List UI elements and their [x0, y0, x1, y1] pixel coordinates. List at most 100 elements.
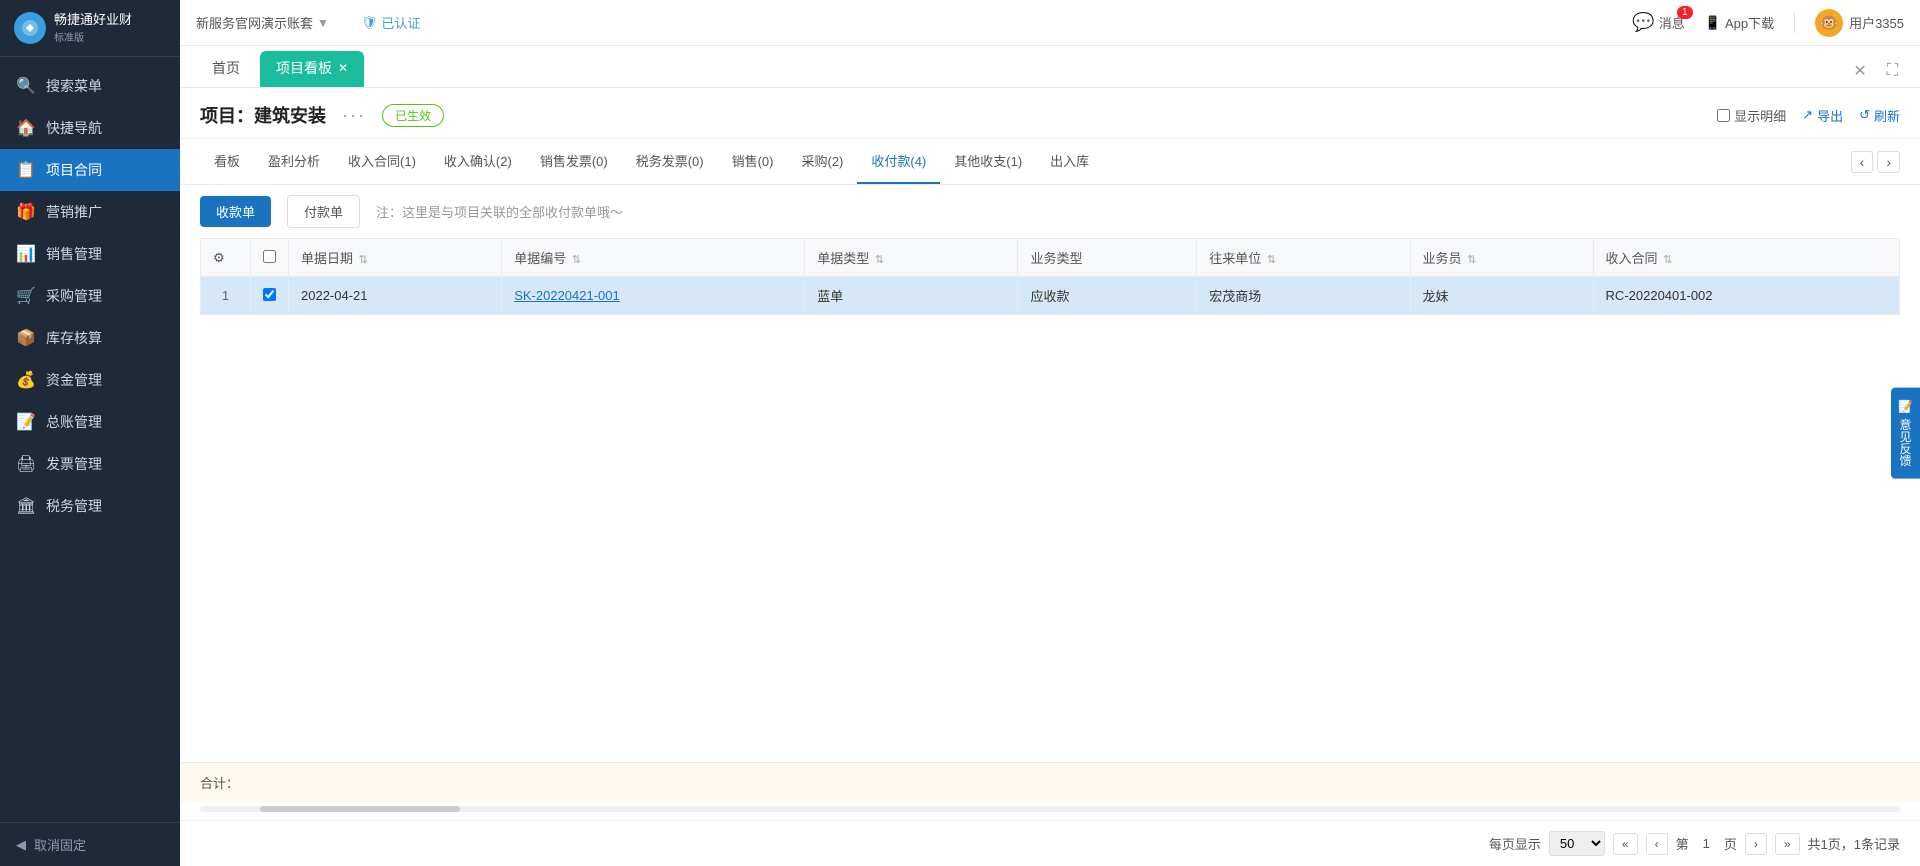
sidebar-icon-10: 🏛 [16, 496, 36, 516]
select-all-checkbox[interactable] [263, 250, 276, 263]
page-size-select[interactable]: 50 10 20 100 [1549, 831, 1605, 856]
tab-home[interactable]: 首页 [196, 51, 256, 87]
pagination: 每页显示 50 10 20 100 « ‹ 第 1 页 › » 共1页，1条记录 [180, 820, 1920, 866]
summary-label: 合计： [200, 776, 239, 791]
project-more-button[interactable]: ··· [342, 105, 366, 126]
prev-page-button[interactable]: ‹ [1646, 833, 1668, 855]
sidebar-label-8: 总账管理 [46, 412, 102, 432]
unpin-icon: ◀ [16, 837, 26, 853]
refresh-button[interactable]: ↺ 刷新 [1859, 106, 1900, 125]
sub-nav-item-10[interactable]: 出入库 [1036, 139, 1103, 184]
sub-nav-item-2[interactable]: 收入合同(1) [334, 139, 430, 184]
partner-col-header[interactable]: 往来单位 ⇅ [1197, 239, 1410, 277]
refresh-icon: ↺ [1859, 107, 1870, 123]
export-button[interactable]: ↗ 导出 [1802, 106, 1843, 125]
fullscreen-button[interactable]: ⛶ [1881, 60, 1904, 82]
sub-nav-prev[interactable]: ‹ [1851, 151, 1874, 173]
tab-project-board[interactable]: 项目看板 ✕ [260, 51, 364, 87]
next-page-button[interactable]: › [1745, 833, 1767, 855]
project-selector[interactable]: 新服务官网演示账套 ▼ [196, 13, 329, 32]
sidebar-icon-4: 📊 [16, 244, 36, 264]
show-detail-input[interactable] [1717, 109, 1730, 122]
number-col-header[interactable]: 单据编号 ⇅ [502, 239, 805, 277]
sidebar-label-5: 采购管理 [46, 286, 102, 306]
close-window-button[interactable]: ✕ [1847, 59, 1872, 83]
sidebar-item-8[interactable]: 📝 总账管理 [0, 401, 180, 443]
sub-nav-item-0[interactable]: 看板 [200, 139, 254, 184]
message-icon: 💬 [1632, 12, 1654, 33]
row-checkbox[interactable] [263, 288, 276, 301]
sidebar-item-6[interactable]: 📦库存核算 [0, 317, 180, 359]
sidebar-icon-3: 🎁 [16, 202, 36, 222]
user-label: 用户3355 [1849, 13, 1904, 32]
message-button[interactable]: 💬 消息 1 [1632, 12, 1684, 33]
contract-col-header[interactable]: 收入合同 ⇅ [1593, 239, 1899, 277]
sidebar-item-0[interactable]: 🔍搜索菜单 [0, 65, 180, 107]
tab-close-icon[interactable]: ✕ [338, 61, 348, 75]
show-detail-checkbox[interactable]: 显示明细 [1717, 106, 1786, 125]
project-name: 新服务官网演示账套 [196, 13, 313, 32]
number-sort-icon: ⇅ [572, 254, 581, 266]
table-body: 1 2022-04-21 SK-20220421-001 蓝单 应收款 宏茂商场… [201, 277, 1900, 315]
date-col-header[interactable]: 单据日期 ⇅ [289, 239, 502, 277]
last-page-button[interactable]: » [1775, 833, 1800, 855]
sidebar-label-1: 快捷导航 [46, 118, 102, 138]
sidebar-label-3: 营销推广 [46, 202, 102, 222]
sub-nav-item-8[interactable]: 收付款(4) [857, 139, 940, 184]
checkbox-col-header [251, 239, 289, 277]
sidebar-nav: 🔍搜索菜单🏠快捷导航📋项目合同 🎁 营销推广 📊销售管理 🛒 采购管理 📦库存核算 💰 资金管理… [0, 57, 180, 822]
sidebar-item-2[interactable]: 📋项目合同 [0, 149, 180, 191]
sub-nav-item-1[interactable]: 盈利分析 [254, 139, 334, 184]
table-container: ⚙ 单据日期 ⇅ 单据编号 ⇅ 单据类型 ⇅ 业务类型 [180, 238, 1920, 762]
feedback-button[interactable]: 📝 意见反馈 [1891, 388, 1920, 479]
sidebar-item-4[interactable]: 📊销售管理 [0, 233, 180, 275]
type-col-header[interactable]: 单据类型 ⇅ [805, 239, 1018, 277]
sidebar-item-3[interactable]: 🎁 营销推广 [0, 191, 180, 233]
page-suffix: 页 [1724, 834, 1737, 853]
app-download-button[interactable]: 📱 App下载 [1705, 13, 1774, 32]
sidebar-icon-8: 📝 [16, 412, 36, 432]
row-number-link[interactable]: SK-20220421-001 [514, 288, 620, 303]
scrollbar-thumb[interactable] [260, 806, 460, 812]
salesman-sort-icon: ⇅ [1467, 254, 1476, 266]
sidebar-item-1[interactable]: 🏠快捷导航 [0, 107, 180, 149]
row-type: 蓝单 [805, 277, 1018, 315]
sub-nav-item-4[interactable]: 销售发票(0) [526, 139, 622, 184]
refresh-label: 刷新 [1874, 106, 1900, 125]
receipts-tab[interactable]: 收款单 [200, 196, 271, 227]
salesman-col-header[interactable]: 业务员 ⇅ [1410, 239, 1593, 277]
shield-icon: 🛡 [361, 15, 378, 31]
sidebar-icon-5: 🛒 [16, 286, 36, 306]
sub-nav-item-7[interactable]: 采购(2) [787, 139, 857, 184]
sidebar-icon-7: 💰 [16, 370, 36, 390]
sidebar-item-5[interactable]: 🛒 采购管理 [0, 275, 180, 317]
horizontal-scrollbar[interactable] [200, 806, 1900, 812]
row-checkbox-cell[interactable] [251, 277, 289, 315]
first-page-button[interactable]: « [1613, 833, 1638, 855]
app-download-label: App下载 [1725, 13, 1774, 32]
sub-nav-item-5[interactable]: 税务发票(0) [622, 139, 718, 184]
export-label: 导出 [1817, 106, 1843, 125]
table-row[interactable]: 1 2022-04-21 SK-20220421-001 蓝单 应收款 宏茂商场… [201, 277, 1900, 315]
settings-col-header[interactable]: ⚙ [201, 239, 251, 277]
sidebar-item-10[interactable]: 🏛税务管理 [0, 485, 180, 527]
app-logo-icon [14, 12, 46, 44]
sub-nav-item-6[interactable]: 销售(0) [718, 139, 788, 184]
sidebar-item-9[interactable]: 🖨发票管理 [0, 443, 180, 485]
sidebar-label-0: 搜索菜单 [46, 76, 102, 96]
sidebar-label-7: 资金管理 [46, 370, 102, 390]
sidebar-footer[interactable]: ◀ 取消固定 [0, 822, 180, 866]
sidebar-item-7[interactable]: 💰 资金管理 [0, 359, 180, 401]
sub-nav-next[interactable]: › [1877, 151, 1900, 173]
sidebar: 畅捷通好业财 标准版 🔍搜索菜单🏠快捷导航📋项目合同🎁营销推广📊销售管理🛒采购管… [0, 0, 180, 866]
row-num: 1 [201, 277, 251, 315]
tab-project-board-label: 项目看板 [276, 58, 332, 78]
filter-note: 注：这里是与项目关联的全部收付款单哦～ [376, 202, 623, 221]
sub-nav-item-9[interactable]: 其他收支(1) [940, 139, 1036, 184]
row-number[interactable]: SK-20220421-001 [502, 277, 805, 315]
sub-nav-item-3[interactable]: 收入确认(2) [430, 139, 526, 184]
payments-tab[interactable]: 付款单 [287, 195, 360, 228]
user-menu[interactable]: 🐵 用户3355 [1815, 9, 1904, 37]
verified-label: 已认证 [381, 13, 420, 32]
content-area: 项目：建筑安装 ··· 已生效 显示明细 ↗ 导出 ↺ 刷新 [180, 88, 1920, 866]
